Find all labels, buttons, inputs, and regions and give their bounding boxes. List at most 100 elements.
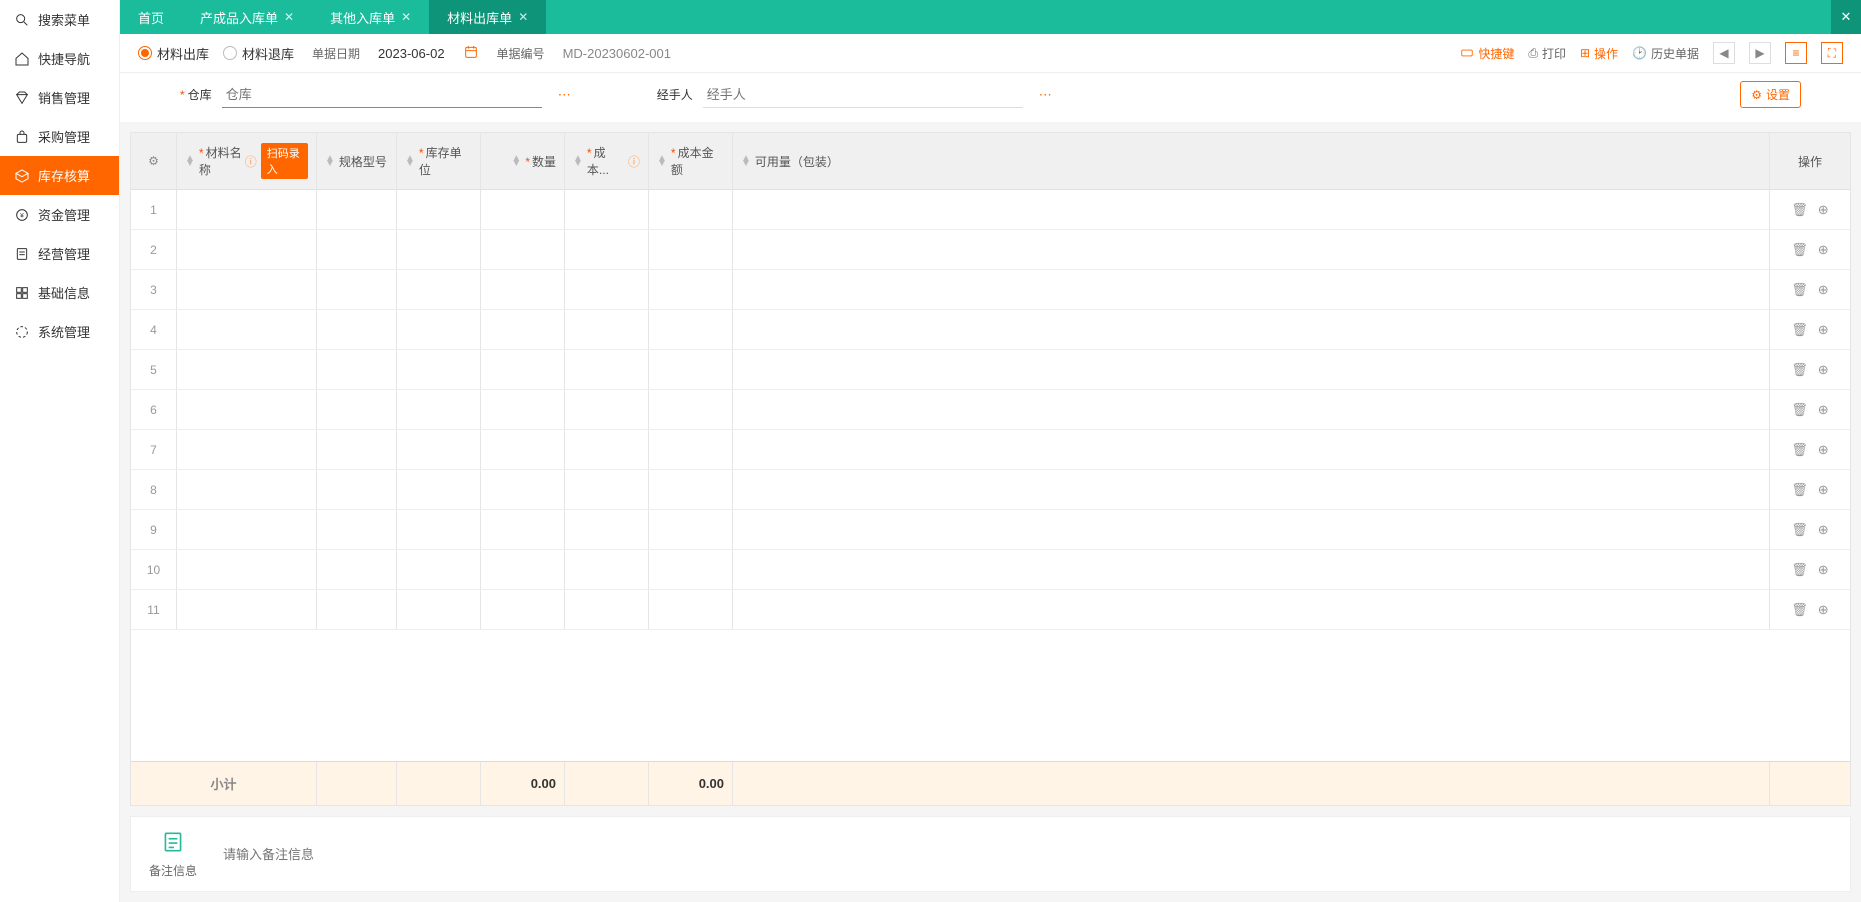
add-row-icon[interactable]: ⊕ xyxy=(1818,322,1829,338)
cell-amount[interactable] xyxy=(649,590,733,629)
delete-row-icon[interactable]: 🗑 xyxy=(1791,282,1808,298)
th-name[interactable]: ▲▼材料名称ⓘ扫码录入 xyxy=(177,133,317,189)
cell-qty[interactable] xyxy=(481,550,565,589)
cell-spec[interactable] xyxy=(317,190,397,229)
table-row[interactable]: 9🗑⊕ xyxy=(131,510,1850,550)
delete-row-icon[interactable]: 🗑 xyxy=(1791,202,1808,218)
sidebar-item-sales[interactable]: 销售管理 xyxy=(0,78,119,117)
add-row-icon[interactable]: ⊕ xyxy=(1818,562,1829,578)
delete-row-icon[interactable]: 🗑 xyxy=(1791,322,1808,338)
sidebar-item-inventory[interactable]: 库存核算 xyxy=(0,156,119,195)
cell-spec[interactable] xyxy=(317,350,397,389)
cell-name[interactable] xyxy=(177,550,317,589)
cell-qty[interactable] xyxy=(481,230,565,269)
next-button[interactable]: ▶ xyxy=(1749,42,1771,64)
table-row[interactable]: 4🗑⊕ xyxy=(131,310,1850,350)
more-icon[interactable]: ⋯ xyxy=(1033,87,1058,103)
add-row-icon[interactable]: ⊕ xyxy=(1818,242,1829,258)
add-row-icon[interactable]: ⊕ xyxy=(1818,482,1829,498)
settings-button[interactable]: ⚙设置 xyxy=(1740,81,1801,108)
cell-spec[interactable] xyxy=(317,430,397,469)
close-icon[interactable]: ✕ xyxy=(401,10,411,24)
sidebar-item-funds[interactable]: ¥ 资金管理 xyxy=(0,195,119,234)
cell-avail[interactable] xyxy=(733,430,1770,469)
cell-unit[interactable] xyxy=(397,190,481,229)
cell-spec[interactable] xyxy=(317,230,397,269)
cell-amount[interactable] xyxy=(649,430,733,469)
th-cost[interactable]: ▲▼成本...ⓘ xyxy=(565,133,649,189)
sidebar-item-business[interactable]: 经营管理 xyxy=(0,234,119,273)
cell-qty[interactable] xyxy=(481,510,565,549)
th-gear[interactable]: ⚙ xyxy=(131,133,177,189)
delete-row-icon[interactable]: 🗑 xyxy=(1791,602,1808,618)
delete-row-icon[interactable]: 🗑 xyxy=(1791,562,1808,578)
delete-row-icon[interactable]: 🗑 xyxy=(1791,442,1808,458)
cell-qty[interactable] xyxy=(481,470,565,509)
cell-unit[interactable] xyxy=(397,510,481,549)
remarks-input[interactable] xyxy=(217,841,1832,868)
cell-name[interactable] xyxy=(177,310,317,349)
operate-button[interactable]: ⊞操作 xyxy=(1580,45,1618,62)
cell-cost[interactable] xyxy=(565,190,649,229)
cell-avail[interactable] xyxy=(733,230,1770,269)
table-row[interactable]: 2🗑⊕ xyxy=(131,230,1850,270)
cell-unit[interactable] xyxy=(397,550,481,589)
table-row[interactable]: 11🗑⊕ xyxy=(131,590,1850,630)
cell-unit[interactable] xyxy=(397,270,481,309)
th-amount[interactable]: ▲▼成本金额 xyxy=(649,133,733,189)
table-row[interactable]: 8🗑⊕ xyxy=(131,470,1850,510)
cell-cost[interactable] xyxy=(565,470,649,509)
th-spec[interactable]: ▲▼规格型号 xyxy=(317,133,397,189)
cell-cost[interactable] xyxy=(565,270,649,309)
cell-name[interactable] xyxy=(177,270,317,309)
cell-cost[interactable] xyxy=(565,510,649,549)
th-qty[interactable]: ▲▼数量 xyxy=(481,133,565,189)
close-icon[interactable]: ✕ xyxy=(284,10,294,24)
cell-avail[interactable] xyxy=(733,190,1770,229)
tab-home[interactable]: 首页 xyxy=(120,0,182,34)
cell-qty[interactable] xyxy=(481,310,565,349)
cell-amount[interactable] xyxy=(649,190,733,229)
add-row-icon[interactable]: ⊕ xyxy=(1818,202,1829,218)
table-row[interactable]: 10🗑⊕ xyxy=(131,550,1850,590)
table-row[interactable]: 1🗑⊕ xyxy=(131,190,1850,230)
cell-amount[interactable] xyxy=(649,470,733,509)
add-row-icon[interactable]: ⊕ xyxy=(1818,362,1829,378)
cell-qty[interactable] xyxy=(481,590,565,629)
cell-spec[interactable] xyxy=(317,590,397,629)
cell-amount[interactable] xyxy=(649,230,733,269)
tab-other-in[interactable]: 其他入库单✕ xyxy=(312,0,429,34)
cell-cost[interactable] xyxy=(565,590,649,629)
cell-cost[interactable] xyxy=(565,430,649,469)
print-button[interactable]: ⎙打印 xyxy=(1528,45,1566,62)
info-icon[interactable]: ⓘ xyxy=(245,153,257,170)
cell-unit[interactable] xyxy=(397,590,481,629)
delete-row-icon[interactable]: 🗑 xyxy=(1791,402,1808,418)
add-row-icon[interactable]: ⊕ xyxy=(1818,442,1829,458)
tab-material-out[interactable]: 材料出库单✕ xyxy=(429,0,546,34)
cell-cost[interactable] xyxy=(565,390,649,429)
cell-avail[interactable] xyxy=(733,470,1770,509)
delete-row-icon[interactable]: 🗑 xyxy=(1791,242,1808,258)
cell-spec[interactable] xyxy=(317,470,397,509)
add-row-icon[interactable]: ⊕ xyxy=(1818,602,1829,618)
cell-cost[interactable] xyxy=(565,310,649,349)
cell-unit[interactable] xyxy=(397,390,481,429)
cell-spec[interactable] xyxy=(317,550,397,589)
cell-unit[interactable] xyxy=(397,470,481,509)
close-all-tabs-button[interactable]: ✕ xyxy=(1831,0,1861,34)
shortcut-button[interactable]: 快捷键 xyxy=(1460,45,1514,62)
cell-amount[interactable] xyxy=(649,310,733,349)
cell-name[interactable] xyxy=(177,230,317,269)
add-row-icon[interactable]: ⊕ xyxy=(1818,402,1829,418)
cell-spec[interactable] xyxy=(317,390,397,429)
th-avail[interactable]: ▲▼可用量（包装） xyxy=(733,133,1770,189)
info-icon[interactable]: ⓘ xyxy=(628,153,640,170)
th-unit[interactable]: ▲▼库存单位 xyxy=(397,133,481,189)
cell-qty[interactable] xyxy=(481,350,565,389)
cell-qty[interactable] xyxy=(481,190,565,229)
expand-button[interactable]: ⛶ xyxy=(1821,42,1843,64)
cell-unit[interactable] xyxy=(397,350,481,389)
cell-avail[interactable] xyxy=(733,510,1770,549)
delete-row-icon[interactable]: 🗑 xyxy=(1791,522,1808,538)
